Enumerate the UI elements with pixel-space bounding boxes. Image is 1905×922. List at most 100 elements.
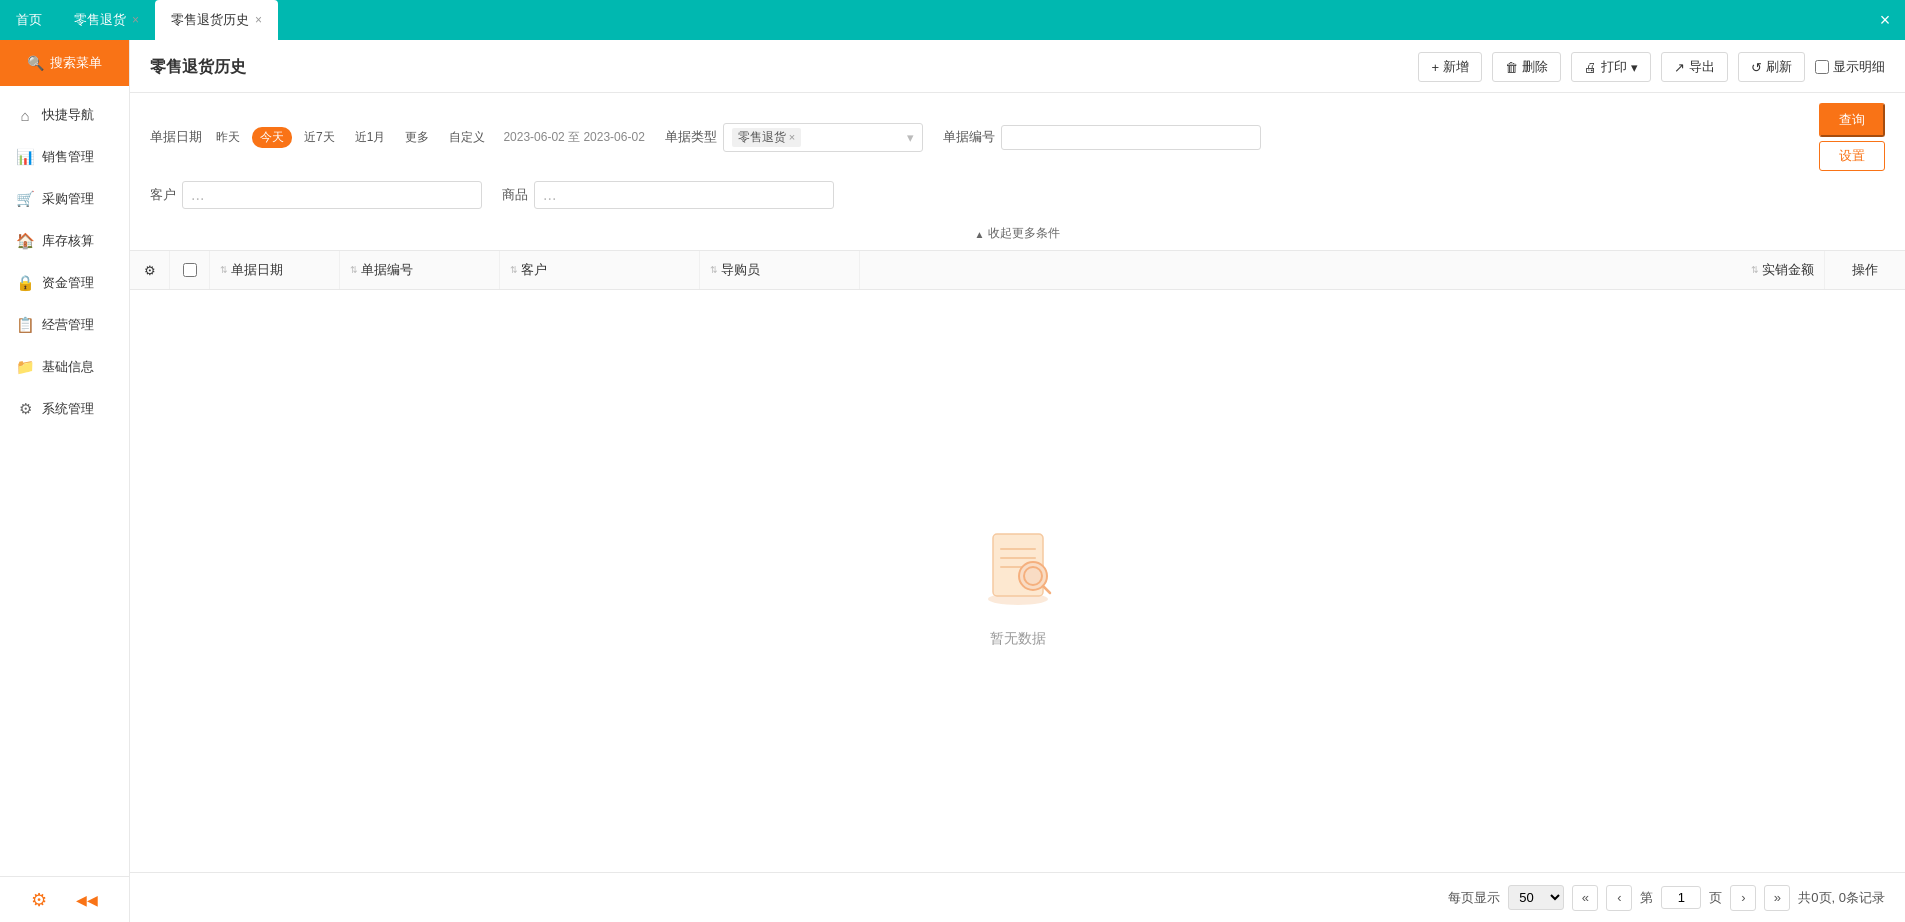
last-page-button[interactable]: » [1764,885,1790,911]
export-icon: ↗ [1674,60,1685,75]
filter-goods-item: 商品 ... [502,181,834,209]
volume-icon[interactable]: ◀◀ [76,892,98,908]
date-option-today[interactable]: 今天 [252,127,292,148]
date-option-1month[interactable]: 近1月 [347,127,394,148]
page-suffix-label: 页 [1709,889,1722,907]
sidebar-item-label: 快捷导航 [42,106,94,124]
first-page-button[interactable]: « [1572,885,1598,911]
sidebar-item-label: 销售管理 [42,148,94,166]
export-button[interactable]: ↗ 导出 [1661,52,1728,82]
sidebar-item-finance[interactable]: 🔒 资金管理 [0,262,129,304]
delete-icon: 🗑 [1505,60,1518,75]
filter-area: 单据日期 昨天 今天 近7天 近1月 更多 自定义 2023-06-02 至 2… [130,93,1905,250]
close-icon: × [1880,10,1891,31]
sidebar-item-base[interactable]: 📁 基础信息 [0,346,129,388]
sidebar-item-purchase[interactable]: 🛒 采购管理 [0,178,129,220]
sidebar-search-button[interactable]: 搜索菜单 [0,40,129,86]
th-action-label: 操作 [1852,261,1878,279]
filter-number-item: 单据编号 [943,125,1261,150]
page-title: 零售退货历史 [150,57,246,78]
filter-number-input[interactable] [1001,125,1261,150]
th-settings[interactable]: ⚙ [130,251,170,289]
pagination: 每页显示 50 20 100 « ‹ 第 页 › » 共0页, 0条记录 [130,872,1905,922]
page-prefix-label: 第 [1640,889,1653,907]
sidebar-item-inventory[interactable]: 🏠 库存核算 [0,220,129,262]
th-number-label: 单据编号 [361,261,413,279]
refresh-button[interactable]: ↺ 刷新 [1738,52,1805,82]
sidebar-item-operation[interactable]: 📋 经营管理 [0,304,129,346]
settings-bottom-icon[interactable]: ⚙ [31,889,47,911]
filter-customer-select[interactable]: ... [182,181,482,209]
show-detail-checkbox[interactable]: 显示明细 [1815,58,1885,76]
collapse-bar[interactable]: 收起更多条件 [150,219,1885,250]
settings-icon: ⚙ [144,263,156,278]
th-number[interactable]: ⇅ 单据编号 [340,251,500,289]
prev-page-button[interactable]: ‹ [1606,885,1632,911]
new-button[interactable]: + 新增 [1418,52,1482,82]
table-header: ⚙ ⇅ 单据日期 ⇅ 单据编号 ⇅ 客户 ⇅ [130,250,1905,290]
tab-retail-return-label: 零售退货 [74,11,126,29]
home-icon: ⌂ [16,106,34,124]
date-filter: 昨天 今天 近7天 近1月 更多 自定义 [208,127,493,148]
th-customer[interactable]: ⇅ 客户 [500,251,700,289]
tab-retail-return-close[interactable] [132,13,139,27]
show-detail-input[interactable] [1815,60,1829,74]
th-amount[interactable]: ⇅ 实销金额 [860,251,1825,289]
tab-list: 首页 零售退货 零售退货历史 [0,0,1865,40]
filter-type-remove[interactable]: × [789,131,795,143]
query-button[interactable]: 查询 [1819,103,1885,137]
first-page-icon: « [1582,890,1589,905]
empty-icon [968,514,1068,614]
sort-up-icon: ⇅ [220,265,228,275]
page-title-row: 零售退货历史 + 新增 🗑 删除 🖨 打印 ▾ [150,52,1885,82]
print-button[interactable]: 🖨 打印 ▾ [1571,52,1651,82]
date-option-more[interactable]: 更多 [397,127,437,148]
new-button-label: 新增 [1443,58,1469,76]
sidebar-bottom: ⚙ ◀◀ [0,876,129,922]
date-option-yesterday[interactable]: 昨天 [208,127,248,148]
delete-button[interactable]: 🗑 删除 [1492,52,1561,82]
filter-type-select[interactable]: 零售退货 × ▾ [723,123,923,152]
sales-icon: 📊 [16,148,34,166]
th-amount-label: 实销金额 [1762,261,1814,279]
collapse-icon [975,227,985,241]
date-option-custom[interactable]: 自定义 [441,127,493,148]
goods-dots: ... [543,186,556,204]
th-checkbox[interactable] [170,251,210,289]
sidebar-item-sales[interactable]: 📊 销售管理 [0,136,129,178]
tab-retail-return-history[interactable]: 零售退货历史 [155,0,278,40]
window-close-button[interactable]: × [1865,0,1905,40]
select-all-checkbox[interactable] [183,263,197,277]
system-icon: ⚙ [16,400,34,418]
sidebar-item-system[interactable]: ⚙ 系统管理 [0,388,129,430]
setting-button[interactable]: 设置 [1819,141,1885,171]
filter-goods-select[interactable]: ... [534,181,834,209]
export-button-label: 导出 [1689,58,1715,76]
th-guide[interactable]: ⇅ 导购员 [700,251,860,289]
filter-date-label: 单据日期 [150,128,202,146]
th-date[interactable]: ⇅ 单据日期 [210,251,340,289]
sidebar-item-label: 系统管理 [42,400,94,418]
th-date-label: 单据日期 [231,261,283,279]
sort-icon-2: ⇅ [510,265,518,275]
sidebar-nav: ⌂ 快捷导航 📊 销售管理 🛒 采购管理 🏠 库存核算 🔒 资金管理 📋 [0,86,129,876]
per-page-select[interactable]: 50 20 100 [1508,885,1564,910]
filter-customer-label: 客户 [150,186,176,204]
date-option-7days[interactable]: 近7天 [296,127,343,148]
page-number-input[interactable] [1661,886,1701,909]
search-icon [27,55,44,71]
tab-retail-return-history-close[interactable] [255,13,262,27]
next-page-button[interactable]: › [1730,885,1756,911]
filter-goods-label: 商品 [502,186,528,204]
sidebar-item-label: 经营管理 [42,316,94,334]
plus-icon: + [1431,60,1439,75]
toolbar: + 新增 🗑 删除 🖨 打印 ▾ ↗ 导出 [1418,52,1885,82]
tab-home[interactable]: 首页 [0,0,58,40]
filter-date-item: 单据日期 昨天 今天 近7天 近1月 更多 自定义 2023-06-02 至 2… [150,127,645,148]
page-header: 零售退货历史 + 新增 🗑 删除 🖨 打印 ▾ [130,40,1905,93]
filter-type-label: 单据类型 [665,128,717,146]
tab-retail-return-history-label: 零售退货历史 [171,11,249,29]
sidebar-item-quick-nav[interactable]: ⌂ 快捷导航 [0,94,129,136]
tab-retail-return[interactable]: 零售退货 [58,0,155,40]
filter-number-label: 单据编号 [943,128,995,146]
